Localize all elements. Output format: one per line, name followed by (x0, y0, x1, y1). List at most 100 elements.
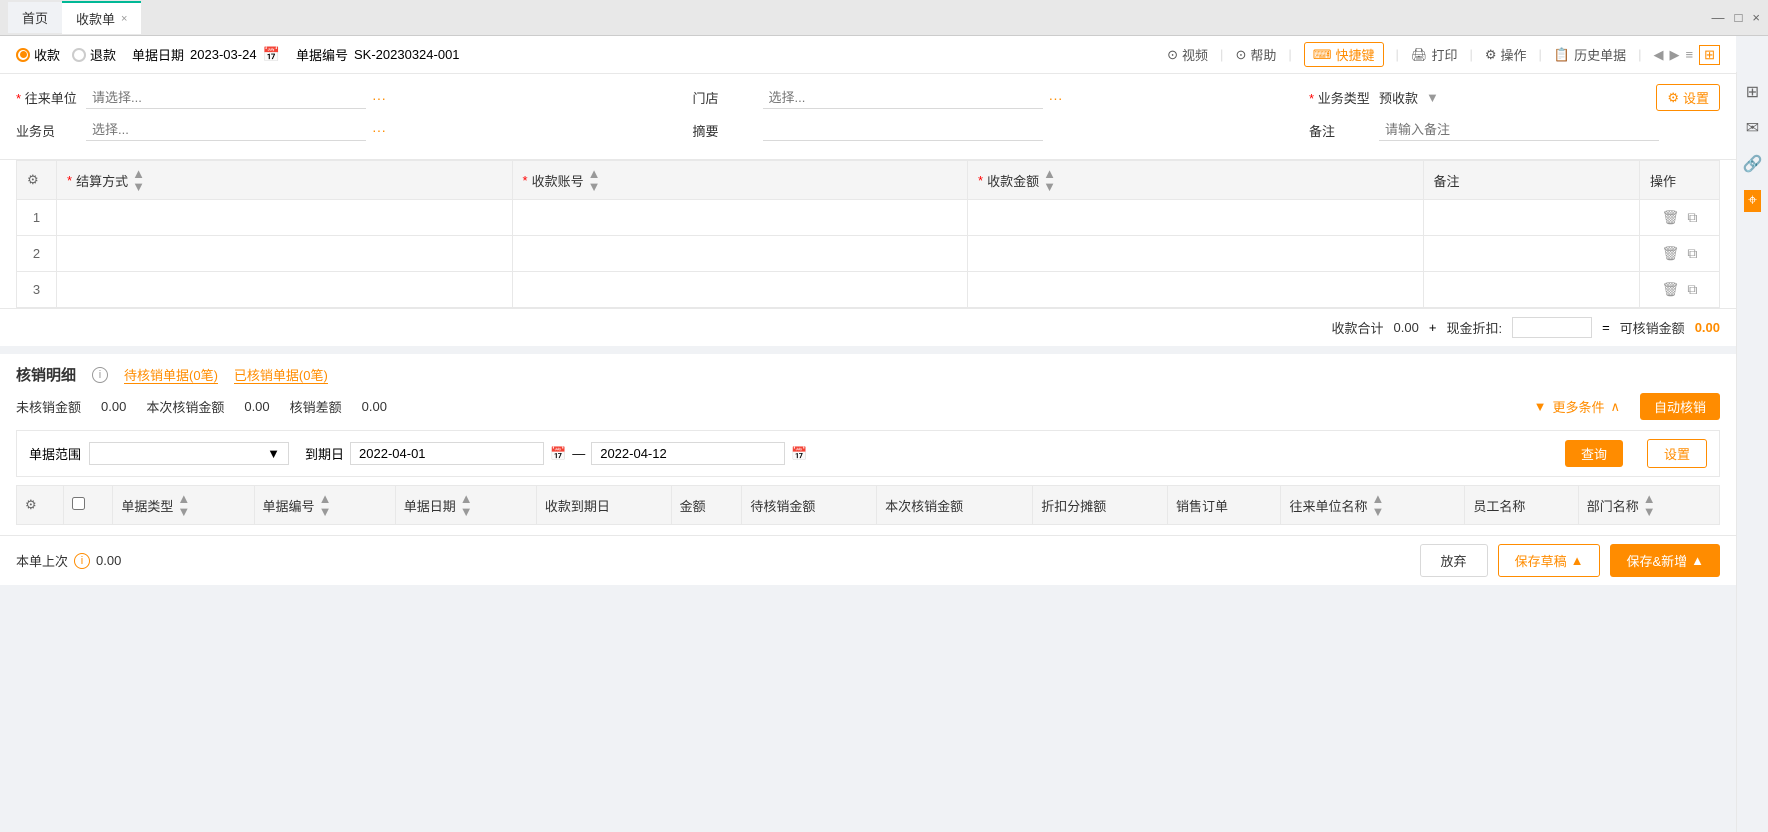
copy-row-3-icon[interactable]: ⧉ (1687, 281, 1697, 298)
account-cell-3[interactable] (512, 272, 968, 308)
bottom-table-settings-icon[interactable]: ⚙ (25, 497, 37, 512)
history-btn[interactable]: 📋 历史单据 (1554, 45, 1626, 64)
bth-settings: ⚙ (17, 486, 64, 525)
window-min-btn[interactable]: — (1712, 10, 1725, 25)
counterpart-more-btn[interactable]: ··· (366, 90, 392, 106)
settings-gear-icon: ⚙ (1667, 90, 1679, 106)
staff-label: 业务员 (16, 121, 86, 140)
business-type-dropdown-icon[interactable]: ▼ (1426, 90, 1439, 105)
verify-info-icon[interactable]: i (92, 367, 108, 383)
print-btn[interactable]: 🖨 打印 (1411, 45, 1458, 64)
account-cell-2[interactable] (512, 236, 968, 272)
tab-close-icon[interactable]: × (121, 13, 127, 25)
account-cell-1[interactable] (512, 200, 968, 236)
operation-btn[interactable]: ⚙ 操作 (1485, 45, 1527, 64)
select-all-checkbox[interactable] (72, 497, 85, 510)
bth-discount: 折扣分摊额 (1033, 486, 1168, 525)
settings-btn[interactable]: ⚙ 设置 (1656, 84, 1720, 111)
delete-row-1-icon[interactable]: 🗑 (1662, 209, 1680, 226)
video-btn[interactable]: ⊙ 视频 (1167, 45, 1208, 64)
settlement-cell-1[interactable] (57, 200, 513, 236)
bth-pending-amount: 待核销金额 (742, 486, 877, 525)
range-select[interactable]: ▼ (89, 442, 289, 465)
tab-receipt[interactable]: 收款单 × (62, 1, 141, 34)
table-row: 3 🗑 ⧉ (17, 272, 1720, 308)
footer-info: 本单上次 i 0.00 (16, 551, 121, 570)
staff-more-btn[interactable]: ··· (366, 122, 392, 138)
amount-cell-3[interactable] (968, 272, 1424, 308)
query-btn[interactable]: 查询 (1565, 440, 1623, 467)
panel-link-icon[interactable]: 🔗 (1743, 154, 1763, 174)
discard-btn[interactable]: 放弃 (1420, 544, 1488, 577)
remark-input[interactable] (1379, 119, 1659, 141)
window-max-btn[interactable]: □ (1735, 10, 1743, 25)
calendar-icon[interactable]: 📅 (263, 46, 280, 63)
list-view-icon[interactable]: ≡ (1686, 47, 1694, 62)
bth-due-date: 收款到期日 (536, 486, 671, 525)
save-btn[interactable]: 保存&新增 ▲ (1610, 544, 1720, 577)
draft-dropdown-icon[interactable]: ▲ (1571, 553, 1584, 568)
settlement-cell-3[interactable] (57, 272, 513, 308)
th-settings: ⚙ (17, 161, 57, 200)
tab-home[interactable]: 首页 (8, 2, 62, 33)
discount-input[interactable] (1512, 317, 1592, 338)
table-settings-icon[interactable]: ⚙ (27, 172, 39, 187)
panel-table-icon[interactable]: ⊞ (1746, 82, 1759, 102)
receipt-table: ⚙ * 结算方式 ▲▼ * 收款账号 ▲▼ (16, 160, 1720, 308)
amount-cell-2[interactable] (968, 236, 1424, 272)
delete-row-3-icon[interactable]: 🗑 (1662, 281, 1680, 298)
date-from-input[interactable] (350, 442, 544, 465)
last-info-icon[interactable]: i (74, 553, 90, 569)
staff-input[interactable] (86, 119, 366, 141)
auto-verify-btn[interactable]: 自动核销 (1640, 393, 1720, 420)
equals-sign: = (1602, 320, 1610, 335)
radio-refund-dot (72, 48, 86, 62)
filter-settings-btn[interactable]: 设置 (1647, 439, 1707, 468)
remark-cell-1[interactable] (1423, 200, 1639, 236)
calendar-to-icon[interactable]: 📅 (791, 446, 807, 462)
copy-row-1-icon[interactable]: ⧉ (1687, 209, 1697, 226)
done-tab[interactable]: 已核销单据(0笔) (234, 365, 328, 384)
counterpart-input[interactable] (86, 87, 366, 109)
th-settlement: * 结算方式 ▲▼ (57, 161, 513, 200)
business-type-select[interactable]: 预收款 ▼ (1379, 88, 1656, 107)
calendar-from-icon[interactable]: 📅 (550, 446, 566, 462)
last-label: 本单上次 (16, 551, 68, 570)
arrow-right-icon[interactable]: ▶ (1670, 47, 1680, 63)
settlement-cell-2[interactable] (57, 236, 513, 272)
no-field: 单据编号 SK-20230324-001 (296, 45, 460, 64)
window-close-btn[interactable]: × (1752, 10, 1760, 25)
row-num-3: 3 (17, 272, 57, 308)
store-input[interactable] (763, 87, 1043, 109)
pending-tab[interactable]: 待核销单据(0笔) (124, 365, 218, 384)
remark-cell-2[interactable] (1423, 236, 1639, 272)
bottom-table-wrap: ⚙ 单据类型 ▲▼ 单据编号 (16, 485, 1720, 525)
summary-label: 摘要 (693, 121, 763, 140)
form-area: * 往来单位 ··· 门店 ··· * 业务类型 预收款 ▼ (0, 74, 1736, 160)
date-to-input[interactable] (591, 442, 785, 465)
radio-receipt[interactable]: 收款 (16, 45, 60, 64)
amount-cell-1[interactable] (968, 200, 1424, 236)
draft-btn[interactable]: 保存草稿 ▲ (1498, 544, 1601, 577)
store-more-btn[interactable]: ··· (1043, 90, 1069, 106)
save-dropdown-icon[interactable]: ▲ (1691, 553, 1704, 568)
arrow-left-icon[interactable]: ◀ (1654, 47, 1664, 63)
summary-input[interactable] (763, 119, 1043, 141)
radio-refund[interactable]: 退款 (72, 45, 116, 64)
help-btn[interactable]: ⊙ 帮助 (1235, 45, 1276, 64)
panel-screenshot-icon[interactable]: ⌖ (1744, 190, 1761, 212)
unchecked-label: 未核销金额 (16, 397, 81, 416)
panel-email-icon[interactable]: ✉ (1746, 118, 1759, 138)
filter-icon: ▼ (1534, 399, 1547, 414)
table-row: 1 🗑 ⧉ (17, 200, 1720, 236)
table-row: 2 🗑 ⧉ (17, 236, 1720, 272)
copy-row-2-icon[interactable]: ⧉ (1687, 245, 1697, 262)
no-value: SK-20230324-001 (354, 47, 460, 62)
radio-receipt-dot (16, 48, 30, 62)
delete-row-2-icon[interactable]: 🗑 (1662, 245, 1680, 262)
shortcut-btn[interactable]: ⌨ 快捷键 (1304, 42, 1384, 67)
remark-cell-3[interactable] (1423, 272, 1639, 308)
more-conditions-btn[interactable]: ▼ 更多条件 ∧ (1534, 397, 1620, 416)
th-amount: * 收款金额 ▲▼ (968, 161, 1424, 200)
grid-view-icon[interactable]: ⊞ (1699, 45, 1720, 65)
